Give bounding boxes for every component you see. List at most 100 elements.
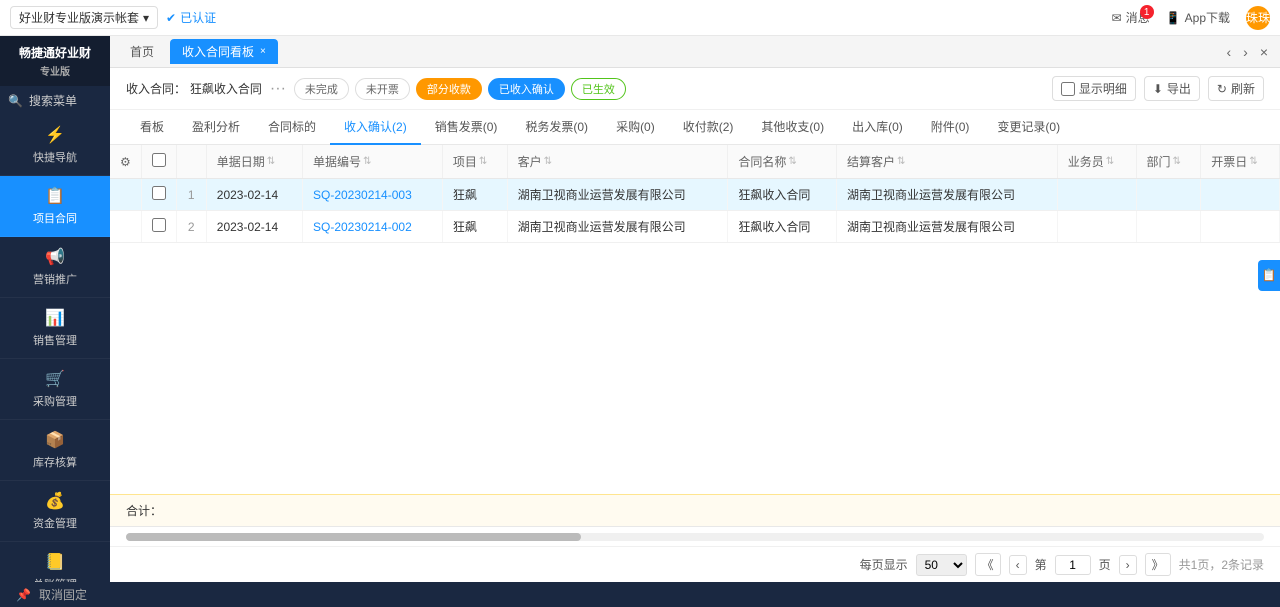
th-project[interactable]: 项目 ⇅	[442, 145, 507, 179]
bottom-bar: 📌 取消固定	[0, 582, 1280, 607]
th-date[interactable]: 单据日期 ⇅	[206, 145, 302, 179]
export-button[interactable]: ⬇ 导出	[1144, 76, 1200, 101]
tab-sales-invoice[interactable]: 销售发票(0)	[421, 110, 512, 145]
row-checkbox-1[interactable]	[152, 218, 166, 232]
sort-open-date-icon: ⇅	[1249, 156, 1257, 167]
page-input[interactable]	[1055, 555, 1091, 575]
prev-page-button[interactable]: ‹	[1009, 555, 1027, 575]
th-number[interactable]: 单据编号 ⇅	[303, 145, 443, 179]
table-header-row: ⚙ 单据日期 ⇅	[110, 145, 1280, 179]
company-selector[interactable]: 好业财专业版演示帐套 ▾	[10, 6, 158, 29]
close-all-tabs-icon[interactable]: ×	[1256, 42, 1272, 62]
tab-purchase-inner[interactable]: 采购(0)	[602, 110, 669, 145]
tab-profit[interactable]: 盈利分析	[178, 110, 254, 145]
sort-date-icon: ⇅	[267, 156, 275, 167]
sidebar-item-quick-nav[interactable]: ⚡ 快捷导航	[0, 115, 110, 176]
tab-contract-mark[interactable]: 合同标的	[254, 110, 330, 145]
sidebar-item-marketing[interactable]: 📢 营销推广	[0, 237, 110, 298]
message-button[interactable]: ✉ 消息 1	[1112, 9, 1150, 26]
active-tab-label: 收入合同看板	[182, 43, 254, 60]
th-dept[interactable]: 部门 ⇅	[1136, 145, 1201, 179]
row-number-link-0[interactable]: SQ-20230214-003	[313, 188, 412, 202]
refresh-button[interactable]: ↻ 刷新	[1208, 76, 1264, 101]
row-checkbox-0[interactable]	[152, 186, 166, 200]
user-profile[interactable]: 珠珠	[1246, 6, 1270, 30]
row-customer-1: 湖南卫视商业运营发展有限公司	[507, 211, 728, 243]
sort-salesman-icon: ⇅	[1106, 156, 1114, 167]
last-page-button[interactable]: 》	[1145, 553, 1171, 576]
row-checkbox-cell-0	[141, 179, 176, 211]
tab-change-log[interactable]: 变更记录(0)	[983, 110, 1074, 145]
row-open-date-1	[1201, 211, 1280, 243]
tab-tax-invoice[interactable]: 税务发票(0)	[511, 110, 602, 145]
first-page-button[interactable]: 《	[975, 553, 1001, 576]
app-download-button[interactable]: 📱 App下载	[1166, 9, 1230, 26]
tab-payment[interactable]: 收付款(2)	[669, 110, 748, 145]
quick-nav-label: 快捷导航	[33, 149, 77, 165]
page-label-2: 页	[1099, 556, 1111, 573]
th-end-customer[interactable]: 结算客户 ⇅	[837, 145, 1058, 179]
tab-attachment[interactable]: 附件(0)	[917, 110, 984, 145]
tab-home[interactable]: 首页	[118, 39, 166, 64]
scroll-thumb[interactable]	[126, 533, 581, 541]
sort-dept-icon: ⇅	[1173, 156, 1181, 167]
status-not-done[interactable]: 未完成	[294, 78, 349, 100]
next-page-button[interactable]: ›	[1119, 555, 1137, 575]
more-options-icon[interactable]: ···	[270, 80, 286, 98]
main-layout: 畅捷通好业财 专业版 🔍 搜索菜单 ⚡ 快捷导航 📋 项目合同 📢 营销推广 📊…	[0, 36, 1280, 582]
row-date-1: 2023-02-14	[206, 211, 302, 243]
logo-subtitle: 专业版	[40, 63, 70, 78]
row-end-customer-1: 湖南卫视商业运营发展有限公司	[837, 211, 1058, 243]
topbar-left: 好业财专业版演示帐套 ▾ ✔ 已认证	[10, 6, 216, 29]
tab-kanban[interactable]: 看板	[126, 110, 178, 145]
close-tab-icon[interactable]: ×	[260, 46, 266, 57]
sidebar-item-purchase[interactable]: 🛒 采购管理	[0, 359, 110, 420]
sort-end-customer-icon: ⇅	[897, 156, 905, 167]
table-row: 1 2023-02-14 SQ-20230214-003 狂飙 湖南卫视商业运营…	[110, 179, 1280, 211]
show-detail-checkbox[interactable]: 显示明细	[1052, 76, 1136, 101]
cancel-pin-icon: 📌	[16, 588, 31, 602]
tab-other-income[interactable]: 其他收支(0)	[747, 110, 838, 145]
row-salesman-1	[1057, 211, 1136, 243]
next-tab-icon[interactable]: ›	[1239, 42, 1252, 62]
horizontal-scrollbar[interactable]	[110, 526, 1280, 546]
row-customer-0: 湖南卫视商业运营发展有限公司	[507, 179, 728, 211]
page-size-select[interactable]: 50 100 200	[916, 554, 967, 576]
sidebar-item-inventory[interactable]: 📦 库存核算	[0, 420, 110, 481]
th-settings[interactable]: ⚙	[110, 145, 141, 179]
page-label: 第	[1035, 556, 1047, 573]
status-effective[interactable]: 已生效	[571, 78, 626, 100]
prev-tab-icon[interactable]: ‹	[1222, 42, 1235, 62]
right-edge-shortcut[interactable]: 📋	[1258, 260, 1280, 291]
sidebar-search[interactable]: 🔍 搜索菜单	[0, 86, 110, 115]
th-open-date[interactable]: 开票日 ⇅	[1201, 145, 1280, 179]
sidebar-item-general[interactable]: 📒 总账管理	[0, 542, 110, 582]
shortcut-icon: 📋	[1262, 268, 1276, 283]
cancel-pin-label[interactable]: 取消固定	[39, 586, 87, 603]
th-contract[interactable]: 合同名称 ⇅	[728, 145, 837, 179]
tab-warehouse[interactable]: 出入库(0)	[838, 110, 917, 145]
page-header-right: 显示明细 ⬇ 导出 ↻ 刷新	[1052, 76, 1264, 101]
row-number-link-1[interactable]: SQ-20230214-002	[313, 220, 412, 234]
th-salesman[interactable]: 业务员 ⇅	[1057, 145, 1136, 179]
tab-income-kanban[interactable]: 收入合同看板 ×	[170, 39, 278, 64]
inner-tabs: 看板 盈利分析 合同标的 收入确认(2) 销售发票(0) 税务发票(0) 采购(…	[110, 110, 1280, 145]
th-customer[interactable]: 客户 ⇅	[507, 145, 728, 179]
row-contract-1: 狂飙收入合同	[728, 211, 837, 243]
th-num	[176, 145, 206, 179]
select-all-checkbox[interactable]	[152, 153, 166, 167]
status-not-invoiced[interactable]: 未开票	[355, 78, 410, 100]
sidebar-item-sales[interactable]: 📊 销售管理	[0, 298, 110, 359]
row-dept-0	[1136, 179, 1201, 211]
sidebar-item-project[interactable]: 📋 项目合同	[0, 176, 110, 237]
sidebar-item-funds[interactable]: 💰 资金管理	[0, 481, 110, 542]
row-contract-0: 狂飙收入合同	[728, 179, 837, 211]
status-confirmed[interactable]: 已收入确认	[488, 78, 565, 100]
tab-income-confirm[interactable]: 收入确认(2)	[330, 110, 421, 145]
row-end-customer-0: 湖南卫视商业运营发展有限公司	[837, 179, 1058, 211]
row-settings-0[interactable]	[110, 179, 141, 211]
detail-checkbox-input[interactable]	[1061, 82, 1075, 96]
status-partial-payment[interactable]: 部分收款	[416, 78, 482, 100]
content-area: 首页 收入合同看板 × ‹ › × 收入合同： 狂飙收入合同 ···	[110, 36, 1280, 582]
row-settings-1[interactable]	[110, 211, 141, 243]
